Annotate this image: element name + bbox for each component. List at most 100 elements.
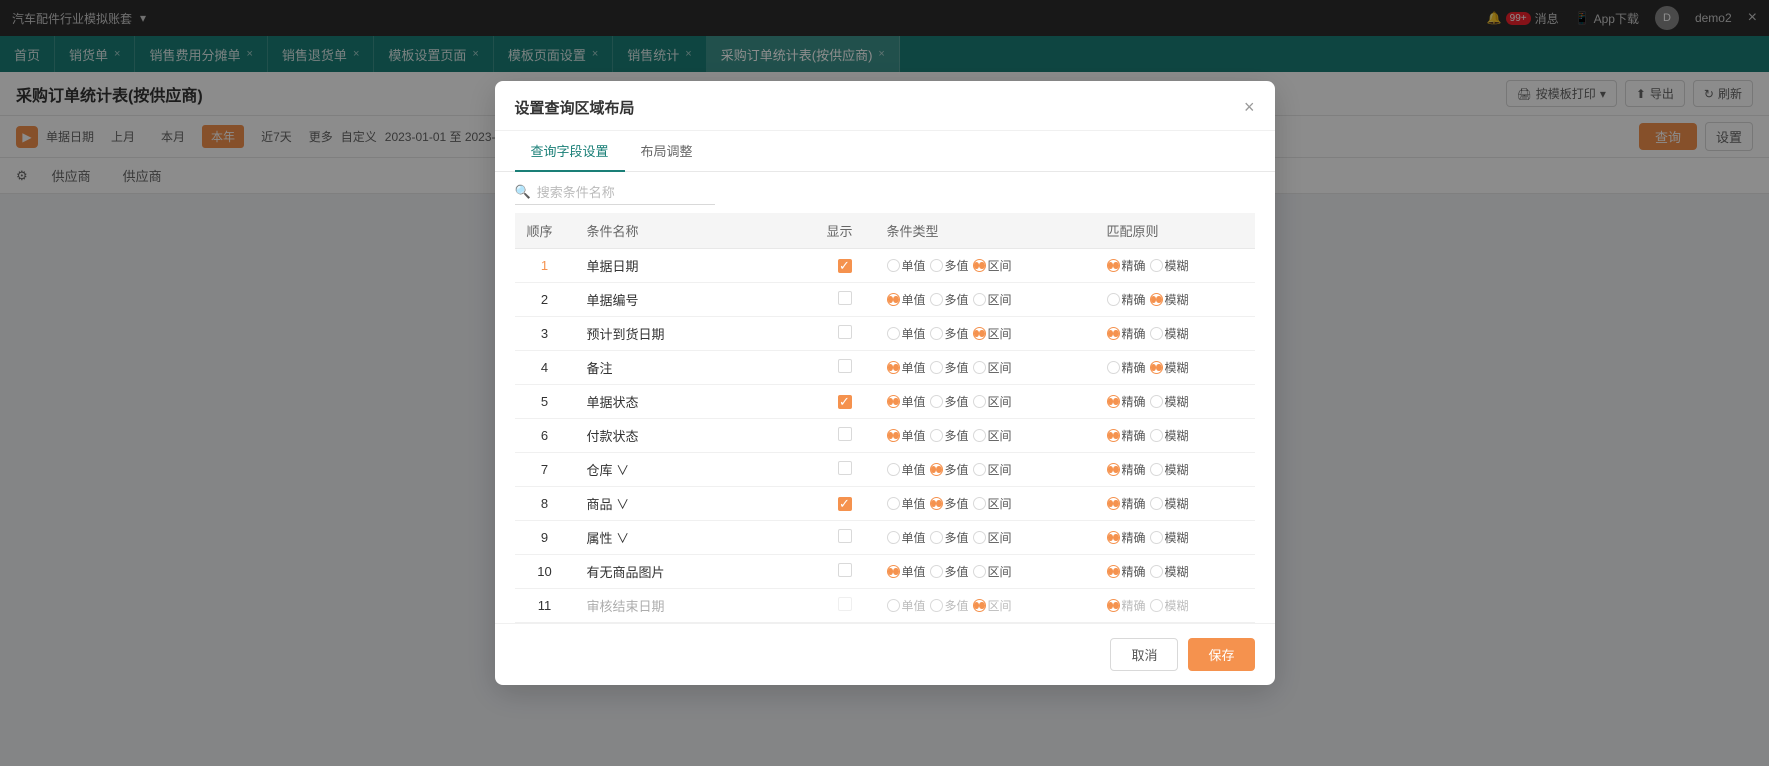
radio-condition-type[interactable]: 区间 (973, 291, 1012, 308)
radio-condition-type[interactable]: 多值 (930, 291, 969, 308)
checkbox-display[interactable] (838, 427, 852, 441)
row-display-checkbox[interactable] (815, 589, 875, 623)
row-display-checkbox[interactable] (815, 351, 875, 385)
radio-condition-type[interactable]: 单值 (887, 257, 926, 274)
radio-condition-type[interactable]: 区间 (973, 427, 1012, 444)
radio-match-type[interactable]: 精确 (1107, 563, 1146, 580)
radio-match-type[interactable]: 精确 (1107, 461, 1146, 478)
radio-match-type[interactable]: 精确 (1107, 597, 1146, 614)
radio-circle (973, 327, 986, 340)
radio-match-type[interactable]: 精确 (1107, 495, 1146, 512)
row-display-checkbox[interactable]: ✓ (815, 385, 875, 419)
row-display-checkbox[interactable] (815, 419, 875, 453)
row-display-checkbox[interactable]: ✓ (815, 487, 875, 521)
row-display-checkbox[interactable] (815, 453, 875, 487)
radio-condition-type[interactable]: 单值 (887, 393, 926, 410)
radio-condition-type[interactable]: 区间 (973, 257, 1012, 274)
radio-condition-type[interactable]: 多值 (930, 393, 969, 410)
radio-condition-type[interactable]: 单值 (887, 359, 926, 376)
radio-match-type[interactable]: 精确 (1107, 325, 1146, 342)
table-row: 1单据日期✓单值多值区间精确模糊 (515, 249, 1255, 283)
radio-circle (973, 293, 986, 306)
checkbox-display[interactable] (838, 597, 852, 611)
radio-condition-type[interactable]: 多值 (930, 359, 969, 376)
radio-condition-type[interactable]: 多值 (930, 325, 969, 342)
radio-circle (930, 327, 943, 340)
radio-match-type[interactable]: 精确 (1107, 427, 1146, 444)
radio-condition-type[interactable]: 区间 (973, 563, 1012, 580)
checkbox-display[interactable]: ✓ (838, 497, 852, 511)
checkbox-display[interactable] (838, 461, 852, 475)
row-display-checkbox[interactable] (815, 283, 875, 317)
radio-condition-type[interactable]: 单值 (887, 427, 926, 444)
row-display-checkbox[interactable] (815, 555, 875, 589)
radio-condition-type[interactable]: 区间 (973, 597, 1012, 614)
radio-circle (1107, 429, 1120, 442)
radio-circle (887, 497, 900, 510)
radio-match-type[interactable]: 精确 (1107, 291, 1146, 308)
modal-header: 设置查询区域布局 × (495, 81, 1275, 131)
row-display-checkbox[interactable] (815, 521, 875, 555)
radio-match-type[interactable]: 模糊 (1150, 393, 1189, 410)
radio-circle (1150, 599, 1163, 612)
col-name: 条件名称 (575, 213, 815, 249)
radio-condition-type[interactable]: 区间 (973, 495, 1012, 512)
checkbox-display[interactable] (838, 529, 852, 543)
radio-condition-type[interactable]: 区间 (973, 529, 1012, 546)
radio-condition-type[interactable]: 多值 (930, 495, 969, 512)
radio-match-type[interactable]: 模糊 (1150, 597, 1189, 614)
radio-condition-type[interactable]: 单值 (887, 563, 926, 580)
radio-match-type[interactable]: 模糊 (1150, 495, 1189, 512)
radio-match-type[interactable]: 模糊 (1150, 529, 1189, 546)
checkbox-display[interactable]: ✓ (838, 259, 852, 273)
modal-close-button[interactable]: × (1244, 97, 1255, 118)
radio-condition-type[interactable]: 多值 (930, 427, 969, 444)
radio-match-type[interactable]: 模糊 (1150, 461, 1189, 478)
radio-match-type[interactable]: 模糊 (1150, 563, 1189, 580)
row-match-principle: 精确模糊 (1095, 555, 1255, 589)
radio-condition-type[interactable]: 区间 (973, 359, 1012, 376)
row-order: 10 (515, 555, 575, 589)
radio-match-type[interactable]: 精确 (1107, 529, 1146, 546)
radio-match-type[interactable]: 模糊 (1150, 427, 1189, 444)
radio-condition-type[interactable]: 区间 (973, 325, 1012, 342)
checkbox-display[interactable] (838, 563, 852, 577)
cancel-button[interactable]: 取消 (1110, 638, 1178, 671)
radio-circle (930, 531, 943, 544)
radio-match-type[interactable]: 精确 (1107, 393, 1146, 410)
row-display-checkbox[interactable] (815, 317, 875, 351)
search-input[interactable] (537, 185, 697, 200)
radio-circle (973, 497, 986, 510)
checkbox-display[interactable]: ✓ (838, 395, 852, 409)
radio-condition-type[interactable]: 单值 (887, 291, 926, 308)
radio-match-type[interactable]: 模糊 (1150, 291, 1189, 308)
radio-match-type[interactable]: 精确 (1107, 257, 1146, 274)
radio-condition-type[interactable]: 多值 (930, 597, 969, 614)
row-order: 11 (515, 589, 575, 623)
radio-match-type[interactable]: 模糊 (1150, 325, 1189, 342)
row-order: 5 (515, 385, 575, 419)
radio-condition-type[interactable]: 单值 (887, 597, 926, 614)
modal-search-area: 🔍 (495, 172, 1275, 213)
radio-match-type[interactable]: 模糊 (1150, 257, 1189, 274)
radio-match-type[interactable]: 模糊 (1150, 359, 1189, 376)
modal-tab-query-fields[interactable]: 查询字段设置 (515, 131, 625, 172)
radio-condition-type[interactable]: 单值 (887, 495, 926, 512)
radio-condition-type[interactable]: 多值 (930, 563, 969, 580)
save-button[interactable]: 保存 (1188, 638, 1254, 671)
checkbox-display[interactable] (838, 359, 852, 373)
modal-tab-layout[interactable]: 布局调整 (625, 131, 709, 172)
radio-condition-type[interactable]: 区间 (973, 461, 1012, 478)
checkbox-display[interactable] (838, 291, 852, 305)
row-display-checkbox[interactable]: ✓ (815, 249, 875, 283)
radio-condition-type[interactable]: 多值 (930, 461, 969, 478)
checkbox-display[interactable] (838, 325, 852, 339)
radio-condition-type[interactable]: 多值 (930, 529, 969, 546)
radio-condition-type[interactable]: 单值 (887, 325, 926, 342)
radio-condition-type[interactable]: 区间 (973, 393, 1012, 410)
radio-condition-type[interactable]: 多值 (930, 257, 969, 274)
radio-circle (930, 361, 943, 374)
radio-condition-type[interactable]: 单值 (887, 461, 926, 478)
radio-condition-type[interactable]: 单值 (887, 529, 926, 546)
radio-match-type[interactable]: 精确 (1107, 359, 1146, 376)
